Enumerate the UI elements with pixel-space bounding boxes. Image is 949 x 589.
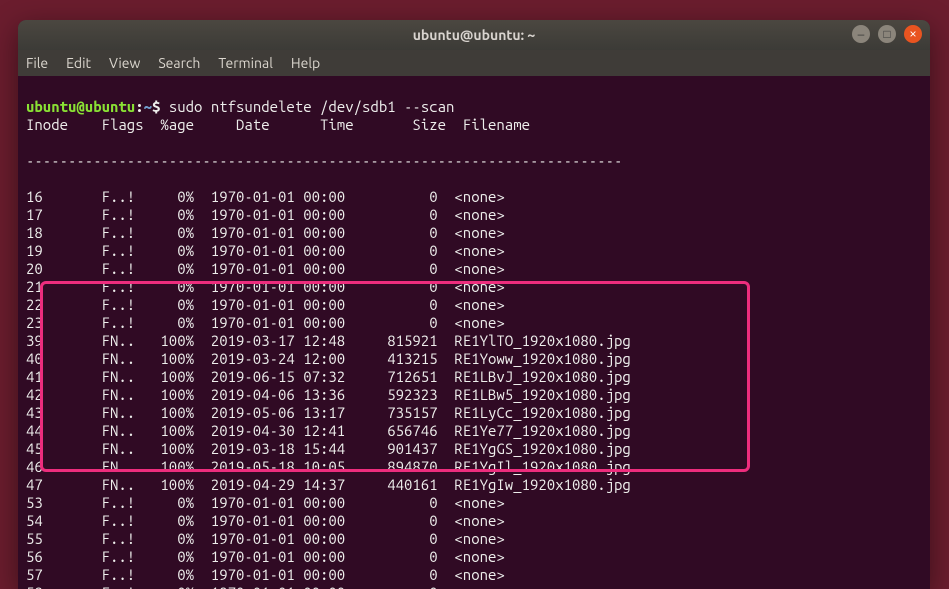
terminal-body[interactable]: ubuntu@ubuntu:~$ sudo ntfsundelete /dev/… (18, 76, 930, 589)
table-row: 44 FN.. 100% 2019-04-30 12:41 656746 RE1… (26, 422, 922, 440)
table-row: 18 F..! 0% 1970-01-01 00:00 0 <none> (26, 224, 922, 242)
divider-line: ----------------------------------------… (26, 152, 922, 170)
table-row: 21 F..! 0% 1970-01-01 00:00 0 <none> (26, 278, 922, 296)
table-row: 53 F..! 0% 1970-01-01 00:00 0 <none> (26, 494, 922, 512)
menu-help[interactable]: Help (291, 55, 320, 71)
titlebar[interactable]: ubuntu@ubuntu: ~ – □ × (18, 20, 930, 50)
minimize-button[interactable]: – (852, 25, 870, 43)
terminal-window: ubuntu@ubuntu: ~ – □ × File Edit View Se… (18, 20, 930, 589)
menu-search[interactable]: Search (158, 55, 200, 71)
table-row: 40 FN.. 100% 2019-03-24 12:00 413215 RE1… (26, 350, 922, 368)
window-title: ubuntu@ubuntu: ~ (413, 27, 536, 43)
table-row: 41 FN.. 100% 2019-06-15 07:32 712651 RE1… (26, 368, 922, 386)
menu-terminal[interactable]: Terminal (218, 55, 273, 71)
menu-edit[interactable]: Edit (66, 55, 91, 71)
table-row: 58 F..! 0% 1970-01-01 00:00 0 <none> (26, 584, 922, 589)
table-row: 55 F..! 0% 1970-01-01 00:00 0 <none> (26, 530, 922, 548)
prompt-command: sudo ntfsundelete /dev/sdb1 --scan (169, 98, 455, 115)
table-row: 20 F..! 0% 1970-01-01 00:00 0 <none> (26, 260, 922, 278)
table-row: 23 F..! 0% 1970-01-01 00:00 0 <none> (26, 314, 922, 332)
table-row: 46 FN.. 100% 2019-05-18 10:05 894870 RE1… (26, 458, 922, 476)
maximize-button[interactable]: □ (878, 25, 896, 43)
table-row: 19 F..! 0% 1970-01-01 00:00 0 <none> (26, 242, 922, 260)
prompt-path: ~ (144, 98, 152, 115)
menu-bar: File Edit View Search Terminal Help (18, 50, 930, 76)
table-row: 45 FN.. 100% 2019-03-18 15:44 901437 RE1… (26, 440, 922, 458)
table-row: 17 F..! 0% 1970-01-01 00:00 0 <none> (26, 206, 922, 224)
prompt-user-host: ubuntu@ubuntu (26, 98, 135, 115)
menu-file[interactable]: File (26, 55, 48, 71)
table-row: 43 FN.. 100% 2019-05-06 13:17 735157 RE1… (26, 404, 922, 422)
prompt-colon: : (135, 98, 143, 115)
column-headers: Inode Flags %age Date Time Size Filename (26, 116, 922, 134)
table-row: 56 F..! 0% 1970-01-01 00:00 0 <none> (26, 548, 922, 566)
window-controls: – □ × (852, 25, 922, 43)
prompt-dollar: $ (152, 98, 169, 115)
table-row: 22 F..! 0% 1970-01-01 00:00 0 <none> (26, 296, 922, 314)
table-row: 42 FN.. 100% 2019-04-06 13:36 592323 RE1… (26, 386, 922, 404)
table-row: 39 FN.. 100% 2019-03-17 12:48 815921 RE1… (26, 332, 922, 350)
table-row: 57 F..! 0% 1970-01-01 00:00 0 <none> (26, 566, 922, 584)
table-row: 54 F..! 0% 1970-01-01 00:00 0 <none> (26, 512, 922, 530)
table-row: 47 FN.. 100% 2019-04-29 14:37 440161 RE1… (26, 476, 922, 494)
menu-view[interactable]: View (109, 55, 140, 71)
table-row: 16 F..! 0% 1970-01-01 00:00 0 <none> (26, 188, 922, 206)
close-button[interactable]: × (904, 25, 922, 43)
